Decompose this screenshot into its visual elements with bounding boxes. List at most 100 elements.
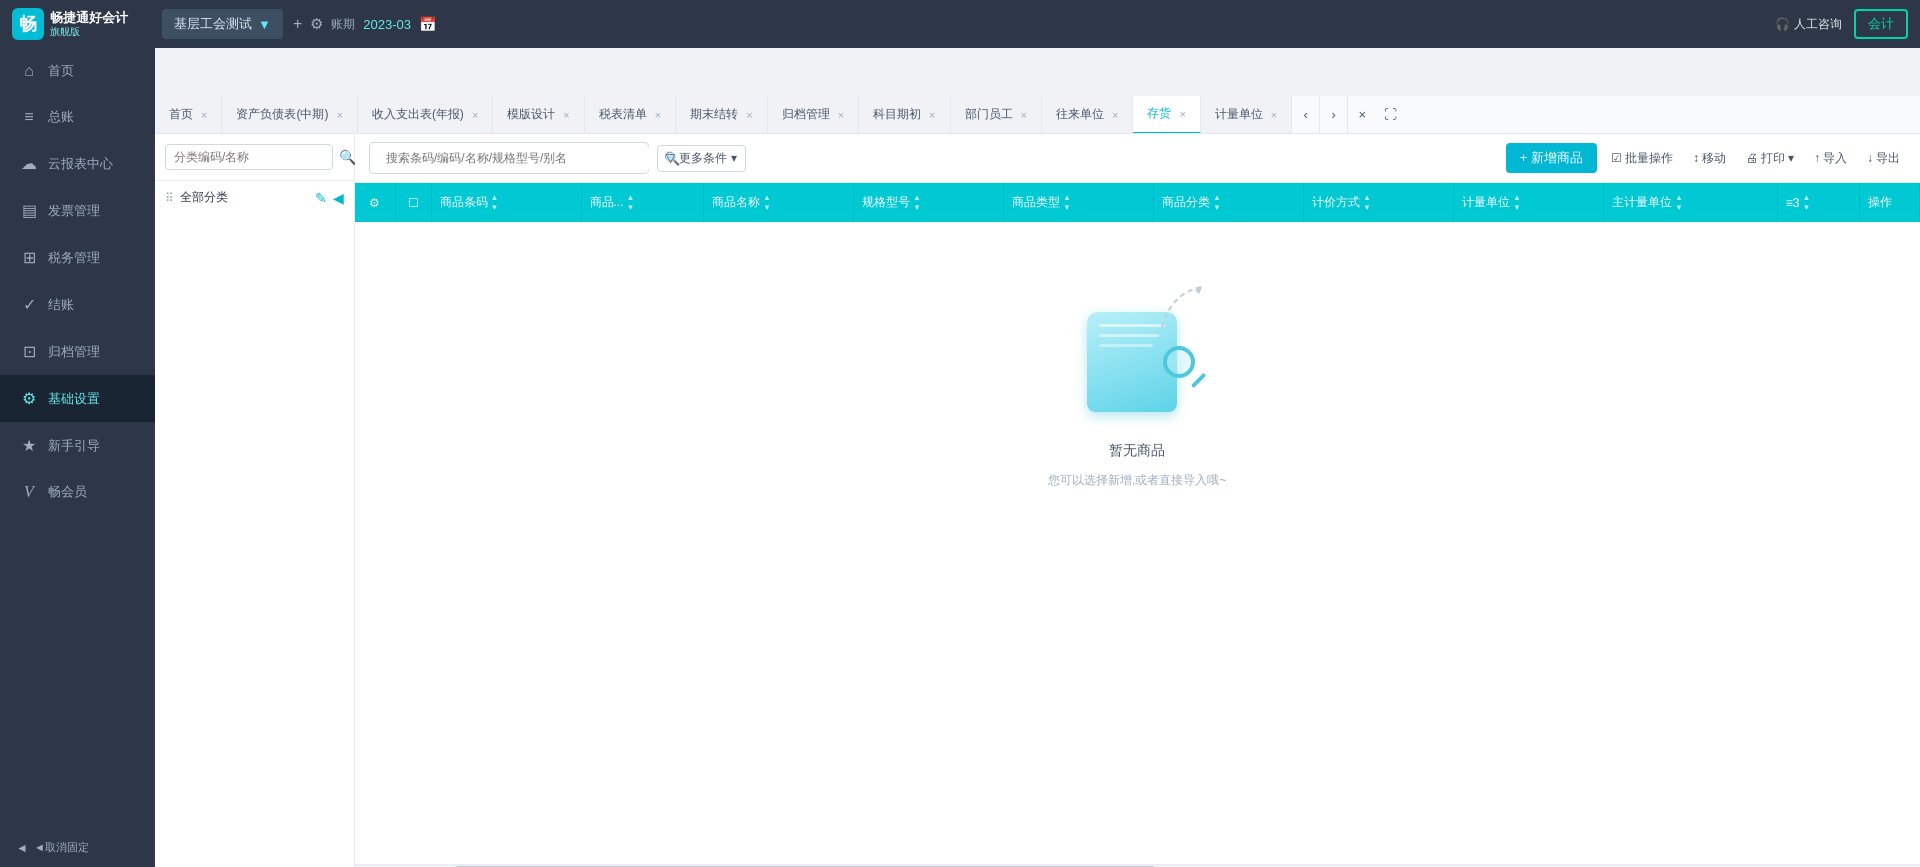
sort-category[interactable]: ▲▼ [1213,193,1221,212]
period-label: 账期 [331,16,355,33]
unpin-button[interactable]: ◄ ◄取消固定 [0,828,155,867]
tab-contact[interactable]: 往来单位 × [1042,96,1133,134]
tab-period-end[interactable]: 期末结转 × [676,96,767,134]
tab-taxclear[interactable]: 税表清单 × [585,96,676,134]
tab-expand[interactable]: ⛶ [1376,96,1404,134]
tab-close-contact[interactable]: × [1112,109,1118,121]
calendar-icon[interactable]: 📅 [419,16,436,32]
arrow-shape [1157,282,1207,332]
category-edit-icon[interactable]: ✎ [315,190,327,206]
tab-close-subject[interactable]: × [929,109,935,121]
col-main-unit[interactable]: 主计量单位 ▲▼ [1603,183,1777,222]
sidebar-item-reports[interactable]: ☁ 云报表中心 [0,140,155,187]
import-button[interactable]: ↑ 导入 [1808,146,1853,171]
col-settings[interactable]: ⚙ [355,183,395,222]
sidebar-label-archive: 归档管理 [48,343,100,361]
plus-icon[interactable]: + [293,15,302,33]
sidebar-label-reports: 云报表中心 [48,155,113,173]
tab-subject[interactable]: 科目期初 × [859,96,950,134]
sidebar-label-home: 首页 [48,62,74,80]
tab-unit[interactable]: 计量单位 × [1201,96,1292,134]
sidebar-item-guide[interactable]: ★ 新手引导 [0,422,155,469]
col-price-method[interactable]: 计价方式 ▲▼ [1303,183,1453,222]
sort-extra[interactable]: ▲▼ [1802,193,1810,212]
tab-close-template[interactable]: × [563,109,569,121]
sidebar-item-archive[interactable]: ⊡ 归档管理 [0,328,155,375]
category-header: ⠿ 全部分类 ✎ ◀ [155,181,354,214]
settings-icon[interactable]: ⚙ [310,15,323,33]
select-all-checkbox[interactable]: ☐ [408,196,419,210]
dropdown-icon[interactable]: ▼ [258,17,271,32]
print-button[interactable]: 🖨 打印 ▾ [1740,146,1800,171]
category-search-icon[interactable]: 🔍 [339,149,356,165]
sidebar-item-settings[interactable]: ⚙ 基础设置 [0,375,155,422]
settings-nav-icon: ⚙ [20,389,38,408]
sidebar-item-invoice[interactable]: ▤ 发票管理 [0,187,155,234]
col-checkbox[interactable]: ☐ [395,183,431,222]
tab-close-dept[interactable]: × [1021,109,1027,121]
app-name: 畅捷通好会计 [50,10,128,26]
tab-close-all[interactable]: × [1348,96,1376,134]
drag-icon: ⠿ [165,191,174,205]
tax-icon: ⊞ [20,248,38,267]
sort-code[interactable]: ▲▼ [627,193,635,212]
reports-icon: ☁ [20,154,38,173]
help-button[interactable]: 🎧 人工咨询 [1775,16,1842,33]
tab-close-period-end[interactable]: × [746,109,752,121]
main-search-input[interactable] [378,147,658,169]
add-product-button[interactable]: + 新增商品 [1506,143,1597,173]
top-actions: + ⚙ 账期 2023-03 📅 [293,15,436,33]
sort-spec[interactable]: ▲▼ [913,193,921,212]
col-spec[interactable]: 规格型号 ▲▼ [853,183,1003,222]
col-category[interactable]: 商品分类 ▲▼ [1153,183,1303,222]
export-button[interactable]: ↓ 导出 [1861,146,1906,171]
export-icon: ↓ [1867,151,1873,165]
column-settings-icon[interactable]: ⚙ [369,196,380,210]
col-barcode[interactable]: 商品条码 ▲▼ [431,183,581,222]
col-unit[interactable]: 计量单位 ▲▼ [1453,183,1603,222]
tab-close-unit[interactable]: × [1271,109,1277,121]
account-button[interactable]: 会计 [1854,9,1908,39]
tab-arch-mgmt[interactable]: 归档管理 × [768,96,859,134]
col-extra[interactable]: ≡3 ▲▼ [1777,183,1859,222]
sidebar-item-tax[interactable]: ⊞ 税务管理 [0,234,155,281]
sidebar-item-home[interactable]: ⌂ 首页 [0,48,155,94]
sidebar-label-tax: 税务管理 [48,249,100,267]
member-icon: V [20,483,38,501]
move-button[interactable]: ↕ 移动 [1687,146,1732,171]
sidebar-item-member[interactable]: V 畅会员 [0,469,155,515]
category-search-input[interactable] [165,144,333,170]
tab-close-home[interactable]: × [201,109,207,121]
tab-balance[interactable]: 资产负债表(中期) × [222,96,357,134]
sidebar-item-settle[interactable]: ✓ 结账 [0,281,155,328]
batch-operation-button[interactable]: ☑ 批量操作 [1605,146,1679,171]
tab-nav-prev[interactable]: ‹ [1292,96,1320,134]
tab-close-arch-mgmt[interactable]: × [838,109,844,121]
sort-barcode[interactable]: ▲▼ [491,193,499,212]
sort-type[interactable]: ▲▼ [1063,193,1071,212]
tab-close-income[interactable]: × [472,109,478,121]
col-action: 操作 [1860,183,1920,222]
move-icon: ↕ [1693,151,1699,165]
sort-price-method[interactable]: ▲▼ [1363,193,1371,212]
sort-main-unit[interactable]: ▲▼ [1675,193,1683,212]
tab-close-inventory[interactable]: × [1179,108,1185,120]
tab-template[interactable]: 模版设计 × [493,96,584,134]
tab-dept[interactable]: 部门员工 × [951,96,1042,134]
company-tab[interactable]: 基层工会测试 ▼ [162,9,283,39]
col-type[interactable]: 商品类型 ▲▼ [1003,183,1153,222]
category-collapse-icon[interactable]: ◀ [333,190,344,206]
tab-close-balance[interactable]: × [336,109,342,121]
col-code[interactable]: 商品... ▲▼ [581,183,703,222]
sort-name[interactable]: ▲▼ [763,193,771,212]
table-container: ⚙ ☐ 商品条码 ▲▼ [355,183,1920,864]
sort-unit[interactable]: ▲▼ [1513,193,1521,212]
col-name[interactable]: 商品名称 ▲▼ [703,183,853,222]
tab-inventory[interactable]: 存货 × [1133,96,1200,134]
sidebar-item-ledger[interactable]: ≡ 总账 [0,94,155,140]
tab-close-taxclear[interactable]: × [655,109,661,121]
tab-income[interactable]: 收入支出表(年报) × [358,96,493,134]
filter-button[interactable]: ▽ 更多条件 ▾ [657,145,746,172]
tab-home[interactable]: 首页 × [155,96,222,134]
tab-nav-next[interactable]: › [1320,96,1348,134]
